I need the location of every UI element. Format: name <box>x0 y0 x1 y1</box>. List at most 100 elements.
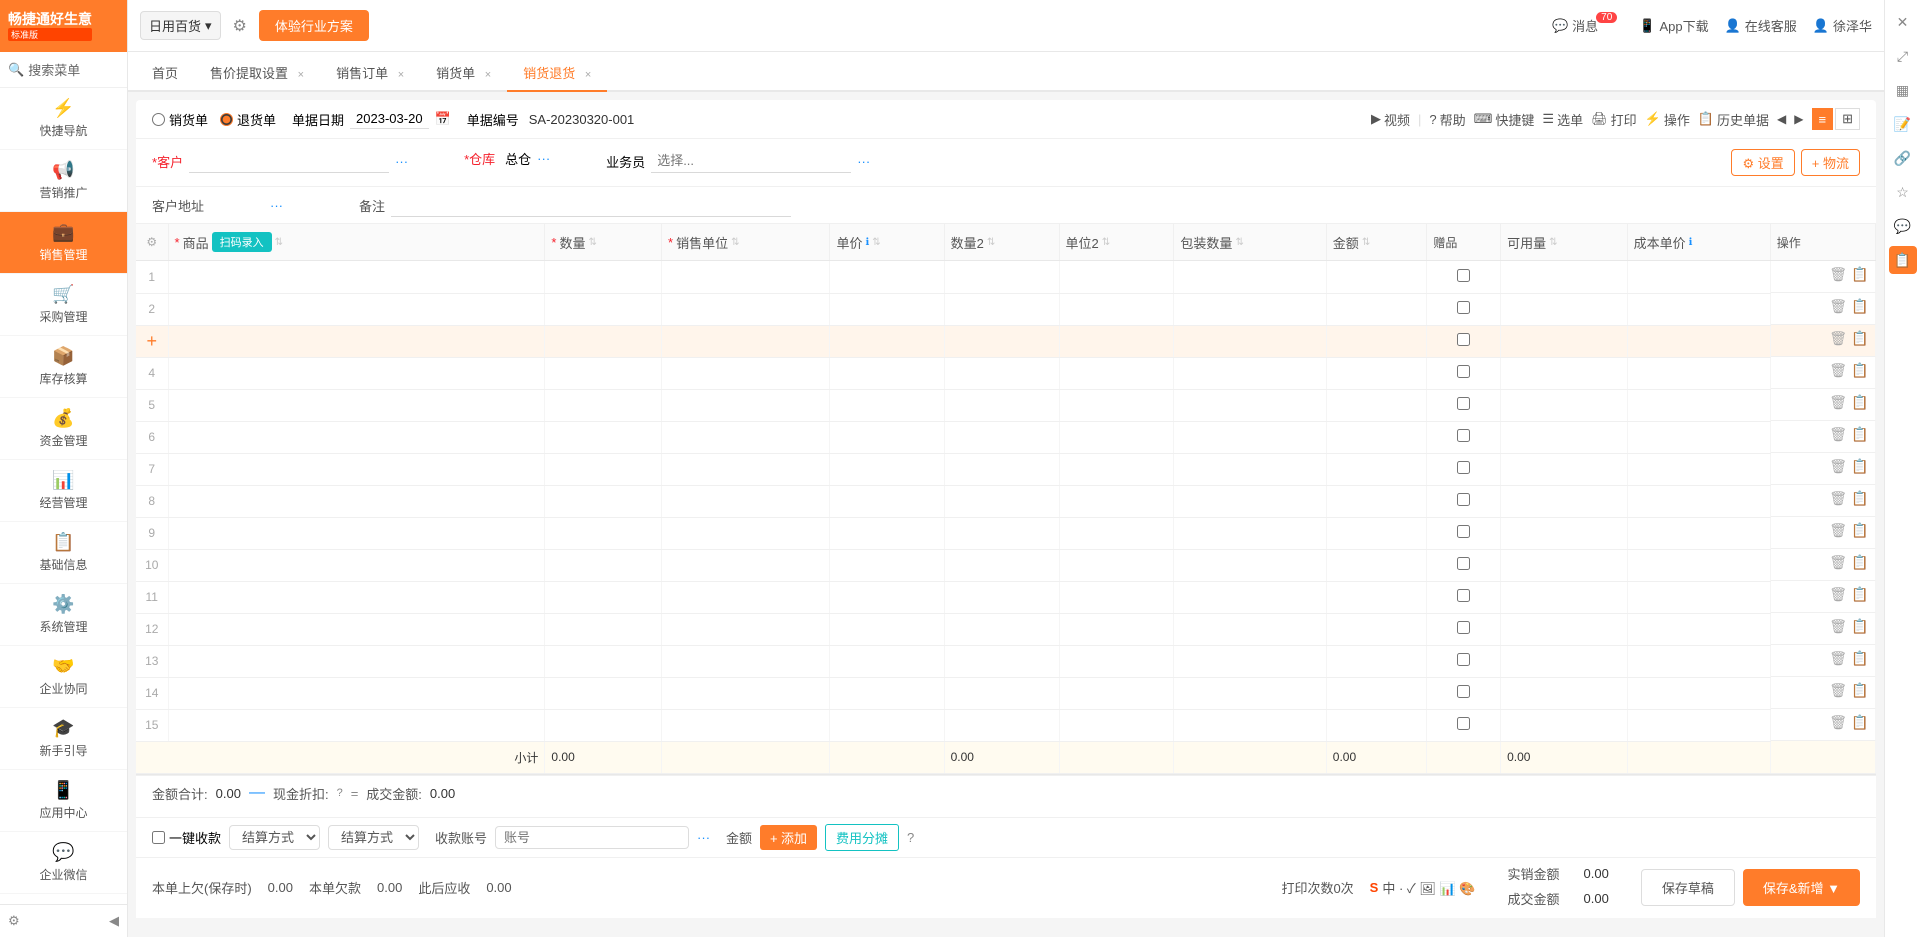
delete-row-1-icon[interactable]: 🗑 <box>1829 266 1847 287</box>
cost-cell-8[interactable] <box>1627 485 1770 517</box>
settings-btn[interactable]: ⚙ 设置 <box>1731 149 1794 176</box>
cost-cell-12[interactable] <box>1627 613 1770 645</box>
radio-sale[interactable]: 销货单 <box>152 110 208 129</box>
unit-cell-8[interactable] <box>662 485 830 517</box>
gift-check-10[interactable] <box>1457 557 1470 570</box>
goods-cell-6[interactable] <box>168 421 545 453</box>
price-cell-13[interactable] <box>830 645 944 677</box>
pkgqty-cell-1[interactable] <box>1174 261 1326 294</box>
qty2-cell-13[interactable] <box>944 645 1059 677</box>
goods-input-11[interactable] <box>175 590 539 605</box>
sidebar-item-sys-mgmt[interactable]: ⚙️ 系统管理 <box>0 584 127 646</box>
notes-icon[interactable]: 📝 <box>1889 110 1917 138</box>
sort-qty2-icon[interactable]: ⇅ <box>987 237 995 248</box>
available-cell-6[interactable] <box>1501 421 1627 453</box>
collapse-icon[interactable]: ◀ <box>109 913 119 929</box>
available-cell-11[interactable] <box>1501 581 1627 613</box>
delete-row-2-icon[interactable]: 🗑 <box>1829 298 1847 319</box>
cost-cell-10[interactable] <box>1627 549 1770 581</box>
goods-input-10[interactable] <box>175 558 539 573</box>
pkgqty-cell-2[interactable] <box>1174 293 1326 325</box>
cost-cell-15[interactable] <box>1627 709 1770 741</box>
sidebar-item-purchase[interactable]: 🛒 采购管理 <box>0 274 127 336</box>
sidebar-item-inventory[interactable]: 📦 库存核算 <box>0 336 127 398</box>
topbar-gear-icon[interactable]: ⚙ <box>229 12 251 40</box>
goods-cell-2[interactable] <box>168 293 545 325</box>
copy-row-3-icon[interactable]: 📋 <box>1851 330 1868 351</box>
qty-cell-5[interactable] <box>545 389 662 421</box>
price-cell-11[interactable] <box>830 581 944 613</box>
qty2-cell-2[interactable] <box>944 293 1059 325</box>
qty-cell-9[interactable] <box>545 517 662 549</box>
message-btn[interactable]: 💬 消息 70 <box>1552 16 1623 35</box>
unit-cell-12[interactable] <box>662 613 830 645</box>
gift-check-4[interactable] <box>1457 365 1470 378</box>
goods-input-15[interactable] <box>175 718 539 733</box>
star-icon[interactable]: ☆ <box>1889 178 1917 206</box>
qty-cell-7[interactable] <box>545 453 662 485</box>
price-cell-3[interactable] <box>830 325 944 357</box>
save-new-btn[interactable]: 保存&新增 ▼ <box>1743 869 1860 906</box>
gift-check-3[interactable] <box>1457 333 1470 346</box>
th-settings[interactable]: ⚙ <box>136 224 168 261</box>
available-cell-14[interactable] <box>1501 677 1627 709</box>
logistics-btn[interactable]: + 物流 <box>1801 149 1860 176</box>
unit2-cell-3[interactable] <box>1059 325 1174 357</box>
sort-unit2-icon[interactable]: ⇅ <box>1102 237 1110 248</box>
tab-销货单[interactable]: 销货单 × <box>420 55 507 92</box>
unit2-cell-4[interactable] <box>1059 357 1174 389</box>
customer-select-icon[interactable]: ··· <box>395 154 408 169</box>
delete-row-12-icon[interactable]: 🗑 <box>1829 618 1847 639</box>
sort-pkg-icon[interactable]: ⇅ <box>1235 237 1243 248</box>
qty2-cell-15[interactable] <box>944 709 1059 741</box>
qty-cell-13[interactable] <box>545 645 662 677</box>
one-click-checkbox[interactable] <box>152 831 165 844</box>
qty2-cell-4[interactable] <box>944 357 1059 389</box>
delete-row-6-icon[interactable]: 🗑 <box>1829 426 1847 447</box>
qty2-cell-11[interactable] <box>944 581 1059 613</box>
gift-check-5[interactable] <box>1457 397 1470 410</box>
tab-close-icon[interactable]: × <box>485 69 491 81</box>
delete-row-15-icon[interactable]: 🗑 <box>1829 714 1847 735</box>
pkgqty-cell-13[interactable] <box>1174 645 1326 677</box>
select-btn[interactable]: ☰ 选单 <box>1542 110 1583 129</box>
experience-btn[interactable]: 体验行业方案 <box>259 10 369 41</box>
sidebar-item-quick-nav[interactable]: ⚡ 快捷导航 <box>0 88 127 150</box>
sidebar-item-vip[interactable]: 👑 畅会员 <box>0 894 127 904</box>
qty2-cell-3[interactable] <box>944 325 1059 357</box>
app-download-btn[interactable]: 📱 App下载 <box>1639 16 1708 35</box>
amount-cell-15[interactable] <box>1326 709 1427 741</box>
video-btn[interactable]: ▶ 视频 <box>1371 110 1410 129</box>
qty2-cell-9[interactable] <box>944 517 1059 549</box>
pkgqty-cell-3[interactable] <box>1174 325 1326 357</box>
qty2-cell-10[interactable] <box>944 549 1059 581</box>
gift-check-9[interactable] <box>1457 525 1470 538</box>
unit2-cell-7[interactable] <box>1059 453 1174 485</box>
unit2-cell-5[interactable] <box>1059 389 1174 421</box>
unit2-cell-15[interactable] <box>1059 709 1174 741</box>
tab-首页[interactable]: 首页 <box>136 55 194 92</box>
gift-cell-11[interactable] <box>1427 581 1501 613</box>
amount-cell-9[interactable] <box>1326 517 1427 549</box>
cost-cell-5[interactable] <box>1627 389 1770 421</box>
goods-cell-10[interactable] <box>168 549 545 581</box>
goods-cell-12[interactable] <box>168 613 545 645</box>
fee-split-btn[interactable]: 费用分摊 <box>825 824 899 851</box>
unit2-cell-14[interactable] <box>1059 677 1174 709</box>
salesman-select-icon[interactable]: ··· <box>857 154 870 169</box>
copy-row-15-icon[interactable]: 📋 <box>1851 714 1868 735</box>
amount-cell-2[interactable] <box>1326 293 1427 325</box>
orange-action-icon[interactable]: 📋 <box>1889 246 1917 274</box>
pkgqty-cell-4[interactable] <box>1174 357 1326 389</box>
warehouse-select-icon[interactable]: ··· <box>537 151 550 166</box>
remark-input[interactable] <box>391 193 791 217</box>
cost-cell-14[interactable] <box>1627 677 1770 709</box>
gift-cell-4[interactable] <box>1427 357 1501 389</box>
unit2-cell-13[interactable] <box>1059 645 1174 677</box>
amount-cell-14[interactable] <box>1326 677 1427 709</box>
cost-cell-9[interactable] <box>1627 517 1770 549</box>
nav-next-icon[interactable]: ▶ <box>1794 112 1803 126</box>
goods-cell-15[interactable] <box>168 709 545 741</box>
unit2-cell-10[interactable] <box>1059 549 1174 581</box>
unit-cell-10[interactable] <box>662 549 830 581</box>
